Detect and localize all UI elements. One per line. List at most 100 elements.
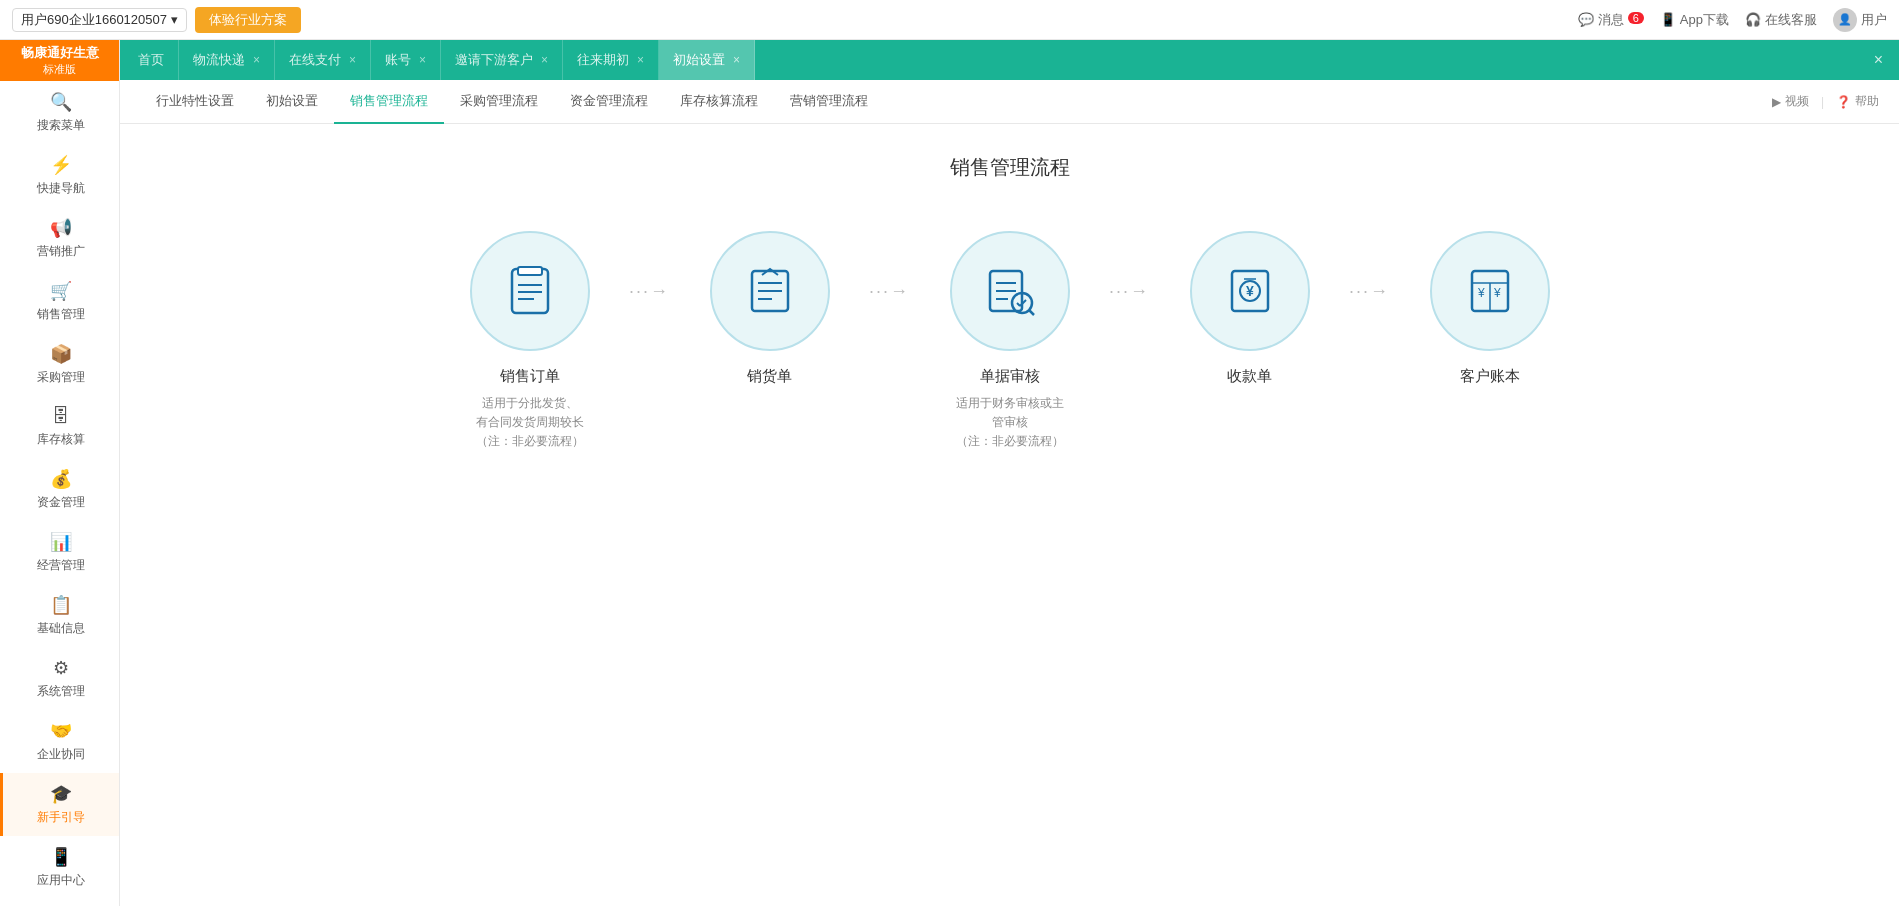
logo-sub: 标准版 bbox=[43, 62, 76, 77]
sidebar-icon-operations: 📊 bbox=[50, 531, 72, 553]
username-label: 用户 bbox=[1861, 11, 1887, 29]
app-download-item[interactable]: 📱 App下载 bbox=[1660, 11, 1729, 29]
sidebar-item-inventory[interactable]: 🗄库存核算 bbox=[0, 396, 119, 458]
sidebar-icon-quick-nav: ⚡ bbox=[50, 154, 72, 176]
flow-diagram: 销售订单适用于分批发货、有合同发货周期较长（注：非必要流程）···→ 销货单··… bbox=[160, 231, 1859, 452]
flow-circle-sales-order bbox=[470, 231, 590, 351]
nav-tab-account[interactable]: 账号× bbox=[371, 40, 441, 80]
sidebar-label-finance: 资金管理 bbox=[37, 494, 85, 511]
content-area: 行业特性设置初始设置销售管理流程采购管理流程资金管理流程库存核算流程营销管理流程… bbox=[120, 80, 1899, 906]
sub-tab-industry[interactable]: 行业特性设置 bbox=[140, 80, 250, 124]
sub-tab-inventory-flow[interactable]: 库存核算流程 bbox=[664, 80, 774, 124]
nav-tab-logistics[interactable]: 物流快递 × bbox=[179, 40, 275, 80]
sidebar-item-purchase[interactable]: 📦采购管理 bbox=[0, 333, 119, 396]
sidebar-icon-sales: 🛒 bbox=[50, 280, 72, 302]
headset-icon: 🎧 bbox=[1745, 12, 1761, 27]
logo-title: 畅康通好生意 bbox=[21, 44, 99, 62]
sub-tab-help: ▶ 视频 | ❓ 帮助 bbox=[1772, 93, 1879, 110]
user-avatar-item[interactable]: 👤 用户 bbox=[1833, 8, 1887, 32]
message-icon: 💬 bbox=[1578, 12, 1594, 27]
flow-node-title-sales-order: 销售订单 bbox=[500, 367, 560, 386]
flow-node-title-customer-ledger: 客户账本 bbox=[1460, 367, 1520, 386]
svg-rect-1 bbox=[518, 267, 542, 275]
flow-node-desc-sales-order: 适用于分批发货、有合同发货周期较长（注：非必要流程） bbox=[476, 394, 584, 452]
play-icon: ▶ bbox=[1772, 95, 1781, 109]
flow-arrow-2: ···→ bbox=[1100, 231, 1160, 302]
nav-tab-home[interactable]: 首页 bbox=[124, 40, 179, 80]
nav-tab-payment[interactable]: 在线支付× bbox=[275, 40, 371, 80]
sidebar-label-sales: 销售管理 bbox=[37, 306, 85, 323]
video-help[interactable]: ▶ 视频 bbox=[1772, 93, 1809, 110]
sidebar-label-marketing: 营销推广 bbox=[37, 243, 85, 260]
flow-node-sales-invoice[interactable]: 销货单 bbox=[680, 231, 860, 394]
sidebar-icon-system: ⚙ bbox=[53, 657, 69, 679]
sub-tabs: 行业特性设置初始设置销售管理流程采购管理流程资金管理流程库存核算流程营销管理流程… bbox=[120, 80, 1899, 124]
sub-tab-purchase-flow[interactable]: 采购管理流程 bbox=[444, 80, 554, 124]
user-selector[interactable]: 用户690企业1660120507 ▾ bbox=[12, 8, 187, 32]
nav-tab-close-init-settings[interactable]: × bbox=[733, 53, 740, 67]
nav-tabs: 首页物流快递×在线支付×账号×邀请下游客户×往来期初×初始设置× × bbox=[120, 40, 1899, 80]
sidebar-icon-app-center: 📱 bbox=[50, 846, 72, 868]
app-download-label: App下载 bbox=[1680, 11, 1729, 29]
sidebar: 畅康通好生意 标准版 🔍搜索菜单⚡快捷导航 📢 营销推广 🛒 销售管理 📦采购管理🗄库存核… bbox=[0, 40, 120, 906]
flow-node-title-sales-invoice: 销货单 bbox=[747, 367, 792, 386]
sub-tab-fund-flow[interactable]: 资金管理流程 bbox=[554, 80, 664, 124]
sidebar-item-sales[interactable]: 🛒 销售管理 bbox=[0, 270, 119, 333]
nav-tab-close-payment[interactable]: × bbox=[349, 53, 356, 67]
flow-arrow-0: ···→ bbox=[620, 231, 680, 302]
dropdown-icon: ▾ bbox=[171, 12, 178, 27]
sidebar-icon-guide: 🎓 bbox=[50, 783, 72, 805]
nav-tab-close-period[interactable]: × bbox=[637, 53, 644, 67]
sidebar-icon-inventory: 🗄 bbox=[52, 406, 70, 427]
sidebar-label-guide: 新手引导 bbox=[37, 809, 85, 826]
sidebar-item-basic-info[interactable]: 📋 基础信息 bbox=[0, 584, 119, 647]
sidebar-label-app-center: 应用中心 bbox=[37, 872, 85, 889]
sidebar-item-marketing[interactable]: 📢 营销推广 bbox=[0, 207, 119, 270]
sidebar-item-cooperation[interactable]: 🤝企业协同 bbox=[0, 710, 119, 773]
flow-node-customer-ledger[interactable]: ¥ ¥ 客户账本 bbox=[1400, 231, 1580, 394]
sidebar-item-app-center[interactable]: 📱 应用中心 bbox=[0, 836, 119, 899]
sidebar-item-wechat[interactable]: 💬企业微信 bbox=[0, 899, 119, 906]
sub-tab-sales-flow[interactable]: 销售管理流程 bbox=[334, 80, 444, 124]
sidebar-item-system[interactable]: ⚙系统管理 bbox=[0, 647, 119, 710]
customer-service-item[interactable]: 🎧 在线客服 bbox=[1745, 11, 1817, 29]
messages-label: 消息 bbox=[1598, 11, 1624, 29]
help-link[interactable]: ❓ 帮助 bbox=[1836, 93, 1879, 110]
svg-text:¥: ¥ bbox=[1477, 286, 1485, 300]
svg-text:¥: ¥ bbox=[1493, 286, 1501, 300]
sidebar-label-basic-info: 基础信息 bbox=[37, 620, 85, 637]
sidebar-label-purchase: 采购管理 bbox=[37, 369, 85, 386]
trial-btn[interactable]: 体验行业方案 bbox=[195, 7, 301, 33]
messages-item[interactable]: 💬 消息 6 bbox=[1578, 11, 1644, 29]
nav-tab-invite[interactable]: 邀请下游客户× bbox=[441, 40, 563, 80]
nav-tab-init-settings[interactable]: 初始设置× bbox=[659, 40, 755, 80]
nav-tab-close-account[interactable]: × bbox=[419, 53, 426, 67]
flow-arrow-3: ···→ bbox=[1340, 231, 1400, 302]
flow-node-sales-order[interactable]: 销售订单适用于分批发货、有合同发货周期较长（注：非必要流程） bbox=[440, 231, 620, 452]
close-all-tabs[interactable]: × bbox=[1862, 51, 1895, 69]
top-bar-right: 💬 消息 6 📱 App下载 🎧 在线客服 👤 用户 bbox=[1578, 8, 1887, 32]
sidebar-icon-marketing: 📢 bbox=[50, 217, 72, 239]
nav-tab-label-logistics: 物流快递 bbox=[193, 51, 245, 69]
nav-tab-period[interactable]: 往来期初 × bbox=[563, 40, 659, 80]
sidebar-item-guide[interactable]: 🎓 新手引导 bbox=[0, 773, 119, 836]
flow-circle-sales-invoice bbox=[710, 231, 830, 351]
sidebar-item-search-menu[interactable]: 🔍搜索菜单 bbox=[0, 81, 119, 144]
sidebar-item-quick-nav[interactable]: ⚡快捷导航 bbox=[0, 144, 119, 207]
nav-tab-close-invite[interactable]: × bbox=[541, 53, 548, 67]
top-bar-left: 用户690企业1660120507 ▾ 体验行业方案 bbox=[12, 7, 301, 33]
sidebar-icon-basic-info: 📋 bbox=[50, 594, 72, 616]
nav-tab-label-period: 往来期初 bbox=[577, 51, 629, 69]
flow-node-receipt[interactable]: ¥ 收款单 bbox=[1160, 231, 1340, 394]
flow-circle-customer-ledger: ¥ ¥ bbox=[1430, 231, 1550, 351]
user-label: 用户690企业1660120507 bbox=[21, 11, 167, 29]
sidebar-item-finance[interactable]: 💰资金管理 bbox=[0, 458, 119, 521]
sidebar-item-operations[interactable]: 📊经营管理 bbox=[0, 521, 119, 584]
main-content: 销售管理流程 销售订单适用于分批发货、有合同发货周期较长（注：非必要流程）···… bbox=[120, 124, 1899, 482]
messages-badge: 6 bbox=[1628, 12, 1644, 24]
sub-tab-marketing-flow[interactable]: 营销管理流程 bbox=[774, 80, 884, 124]
flow-arrow-1: ···→ bbox=[860, 231, 920, 302]
flow-node-audit[interactable]: 单据审核适用于财务审核或主管审核（注：非必要流程） bbox=[920, 231, 1100, 452]
sub-tab-init[interactable]: 初始设置 bbox=[250, 80, 334, 124]
nav-tab-close-logistics[interactable]: × bbox=[253, 53, 260, 67]
